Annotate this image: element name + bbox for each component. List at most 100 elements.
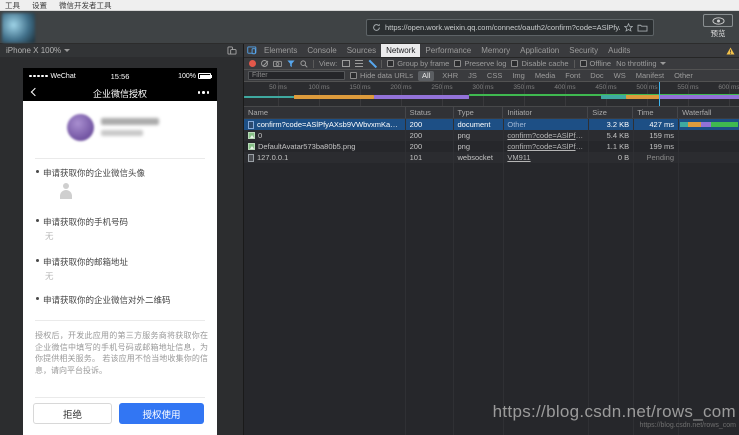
waterfall-bar-segment bbox=[711, 122, 738, 127]
column-header-initiator[interactable]: Initiator bbox=[503, 107, 589, 118]
device-toggle-icon[interactable] bbox=[244, 44, 259, 57]
overview-tick-label: 200 ms bbox=[390, 84, 412, 91]
preserve-log-checkbox[interactable]: Preserve log bbox=[454, 59, 506, 68]
device-toolbar: iPhone X 100% bbox=[0, 44, 243, 57]
waterfall-cell bbox=[678, 141, 739, 152]
disable-cache-checkbox[interactable]: Disable cache bbox=[511, 59, 569, 68]
filter-funnel-icon[interactable] bbox=[287, 59, 295, 68]
group-by-frame-checkbox[interactable]: Group by frame bbox=[387, 59, 449, 68]
status-cell: 200 bbox=[409, 120, 423, 129]
deny-button[interactable]: 拒绝 bbox=[33, 403, 112, 424]
tab-audits[interactable]: Audits bbox=[603, 44, 635, 57]
address-bar[interactable]: https://open.work.weixin.qq.com/connect/… bbox=[366, 19, 654, 36]
initiator-link[interactable]: confirm?code=ASlPfyAXsb9... bbox=[507, 131, 584, 140]
warning-icon[interactable] bbox=[726, 44, 739, 57]
auth-page-content: 申请获取你的企业微信头像 申请获取你的手机号码无申请获取你的邮箱地址无申请获取你的… bbox=[23, 101, 217, 435]
initiator-link[interactable]: VM911 bbox=[507, 153, 530, 162]
filter-type-css[interactable]: CSS bbox=[485, 71, 504, 80]
tab-performance[interactable]: Performance bbox=[420, 44, 476, 57]
camera-icon[interactable] bbox=[273, 60, 282, 67]
record-icon[interactable] bbox=[249, 60, 256, 67]
filter-type-js[interactable]: JS bbox=[466, 71, 479, 80]
overview-waterfall-segment bbox=[626, 95, 659, 99]
column-header-waterfall[interactable]: Waterfall bbox=[678, 107, 739, 118]
main-split: iPhone X 100% WeChat 15:56 100% 企业微信授权 申… bbox=[0, 44, 739, 435]
tab-security[interactable]: Security bbox=[564, 44, 603, 57]
table-row[interactable]: confirm?code=ASlPfyAXsb9VWbvxmKae5AY8pE8… bbox=[244, 119, 739, 130]
bullet-icon bbox=[36, 219, 39, 222]
column-header-time[interactable]: Time bbox=[633, 107, 679, 118]
table-row[interactable]: 0 200 png confirm?code=ASlPfyAXsb9... 5.4 KB… bbox=[244, 130, 739, 141]
waterfall-cell bbox=[678, 119, 739, 130]
refresh-icon[interactable] bbox=[372, 23, 381, 32]
rotate-icon[interactable] bbox=[227, 46, 237, 55]
tab-application[interactable]: Application bbox=[515, 44, 564, 57]
tab-network[interactable]: Network bbox=[381, 44, 421, 57]
overview-waterfall-segment bbox=[294, 95, 374, 99]
column-header-status[interactable]: Status bbox=[406, 107, 454, 118]
view-grid-icon[interactable] bbox=[342, 60, 351, 67]
clear-icon[interactable] bbox=[261, 60, 268, 67]
waterfall-bar-segment bbox=[680, 122, 688, 127]
filter-type-manifest[interactable]: Manifest bbox=[634, 71, 666, 80]
search-icon[interactable] bbox=[300, 59, 308, 68]
permission-item-3: 申请获取你的企业微信对外二维码 bbox=[36, 294, 211, 306]
corp-subname-redacted bbox=[101, 130, 143, 136]
app-window: 工具 设置 微信开发者工具 https://open.work.weixin.qq.… bbox=[0, 0, 739, 435]
filter-type-other[interactable]: Other bbox=[672, 71, 695, 80]
overview-tick-label: 600 ms bbox=[718, 84, 739, 91]
overview-tick-label: 550 ms bbox=[677, 84, 699, 91]
filter-input[interactable]: Filter bbox=[248, 71, 345, 80]
tab-sources[interactable]: Sources bbox=[342, 44, 381, 57]
column-header-size[interactable]: Size bbox=[588, 107, 634, 118]
hide-data-urls-checkbox[interactable]: Hide data URLs bbox=[350, 71, 413, 80]
preview-button[interactable]: 预览 bbox=[703, 14, 733, 39]
view-list-icon[interactable] bbox=[355, 60, 364, 67]
authorize-button[interactable]: 授权使用 bbox=[119, 403, 204, 424]
menu-item-0[interactable]: 工具 bbox=[5, 0, 20, 11]
column-separator bbox=[588, 107, 589, 435]
filter-type-media[interactable]: Media bbox=[533, 71, 557, 80]
overview-tick-label: 350 ms bbox=[513, 84, 535, 91]
size-cell: 1.1 KB bbox=[606, 142, 630, 151]
menu-item-1[interactable]: 设置 bbox=[32, 0, 47, 11]
throttling-select[interactable]: No throttling bbox=[616, 59, 666, 68]
overview-tick-label: 100 ms bbox=[308, 84, 330, 91]
filter-type-ws[interactable]: WS bbox=[612, 71, 628, 80]
offline-checkbox[interactable]: Offline bbox=[579, 59, 611, 68]
battery-percent: 100% bbox=[178, 72, 196, 80]
permission-item-1: 申请获取你的手机号码 bbox=[36, 216, 211, 228]
overview-toggle-icon[interactable] bbox=[368, 60, 376, 68]
column-header-type[interactable]: Type bbox=[454, 107, 504, 118]
filter-type-doc[interactable]: Doc bbox=[588, 71, 605, 80]
account-avatar[interactable] bbox=[2, 13, 35, 43]
tab-elements[interactable]: Elements bbox=[259, 44, 302, 57]
network-request-table: Name Status Type Initiator Size Time Waterfall… bbox=[244, 107, 739, 435]
filter-type-font[interactable]: Font bbox=[563, 71, 582, 80]
person-avatar-icon bbox=[59, 183, 73, 199]
tab-memory[interactable]: Memory bbox=[476, 44, 515, 57]
device-selector[interactable]: iPhone X 100% bbox=[6, 46, 61, 55]
folder-icon[interactable] bbox=[637, 23, 648, 32]
devtools-panel: Elements Console Sources Network Performance… bbox=[243, 44, 739, 435]
time-cell: Pending bbox=[646, 153, 674, 162]
size-cell: 0 B bbox=[617, 153, 630, 162]
initiator-cell: Other bbox=[503, 120, 588, 129]
table-row[interactable]: 127.0.0.1 101 websocket VM911 0 B Pending bbox=[244, 152, 739, 163]
more-options-icon[interactable] bbox=[197, 91, 209, 94]
network-overview[interactable]: 50 ms 100 ms 150 ms 200 ms 250 ms 300 ms 350 m… bbox=[244, 82, 739, 107]
filter-type-xhr[interactable]: XHR bbox=[440, 71, 460, 80]
phone-status-bar: WeChat 15:56 100% bbox=[23, 68, 217, 84]
overview-waterfall-segment bbox=[374, 95, 469, 99]
bullet-icon bbox=[36, 297, 39, 300]
table-row[interactable]: DefaultAvatar573ba80b5.png 200 png confirm?… bbox=[244, 141, 739, 152]
bookmark-star-icon[interactable] bbox=[624, 23, 633, 32]
disclaimer-text: 授权后，开发此应用的第三方服务商将获取你在企业微信中填写的手机号码或邮箱地址信息… bbox=[35, 331, 208, 375]
initiator-link[interactable]: confirm?code=ASlPfyAXsb9... bbox=[507, 142, 584, 151]
tab-console[interactable]: Console bbox=[302, 44, 341, 57]
filter-type-all[interactable]: All bbox=[417, 70, 435, 81]
initiator-cell: confirm?code=ASlPfyAXsb9... bbox=[503, 131, 588, 140]
filter-type-img[interactable]: Img bbox=[510, 71, 527, 80]
column-header-name[interactable]: Name bbox=[244, 107, 406, 118]
menu-item-2[interactable]: 微信开发者工具 bbox=[59, 0, 112, 11]
